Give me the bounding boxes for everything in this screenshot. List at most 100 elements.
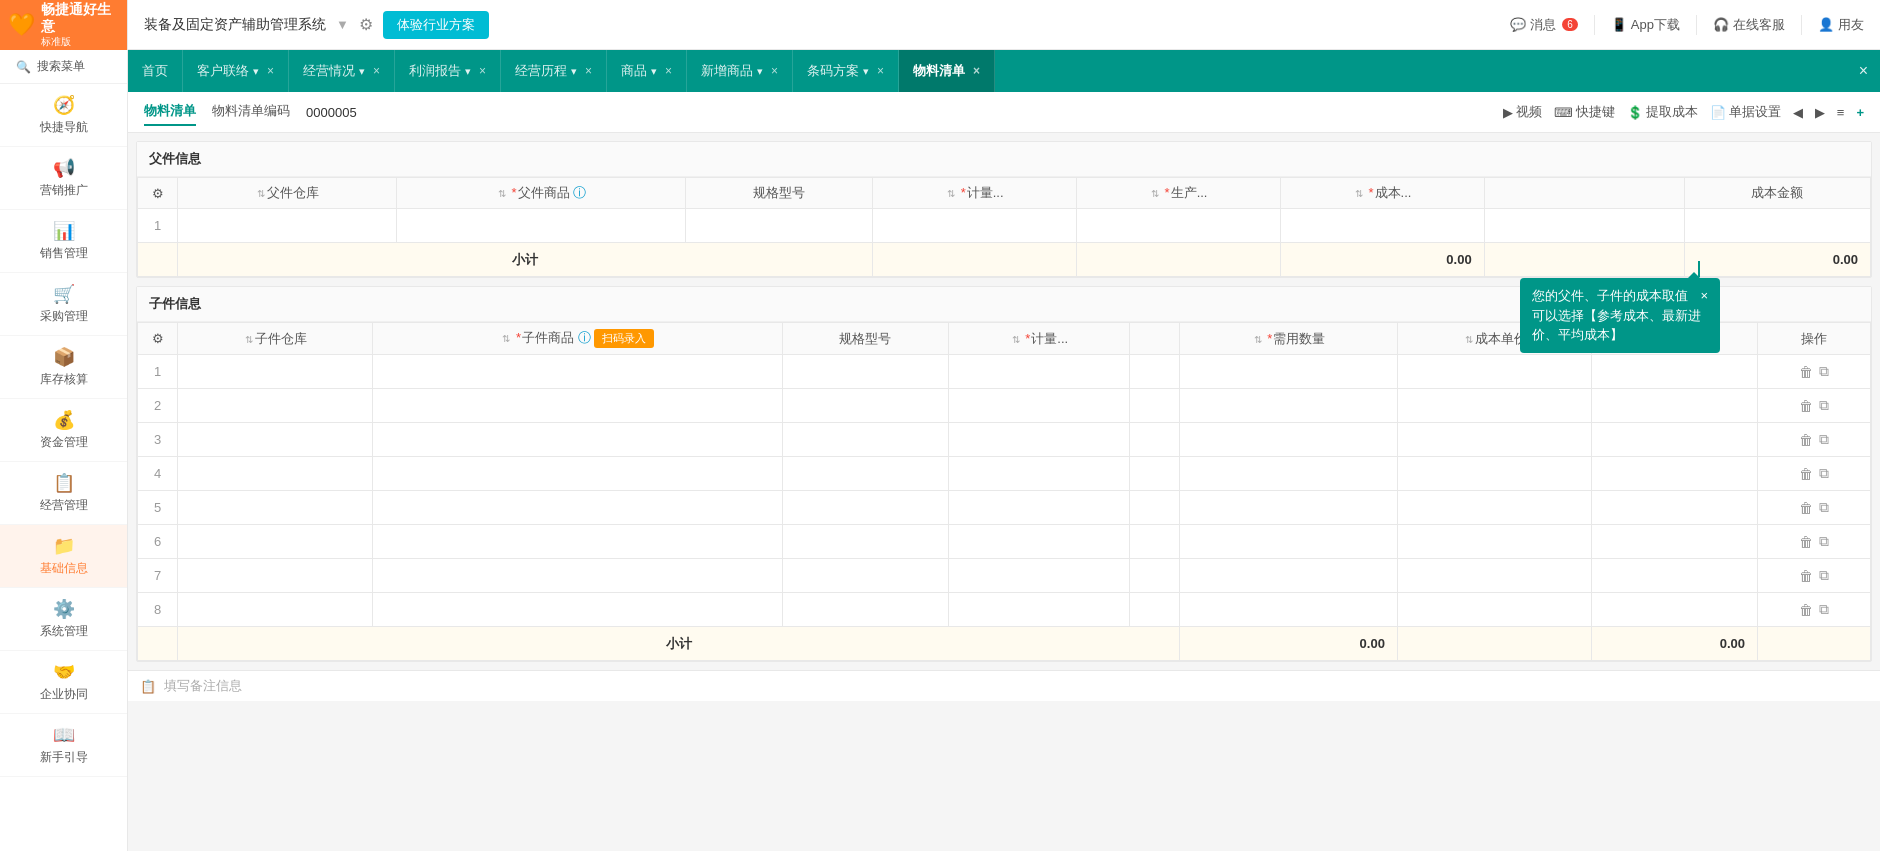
child-spec-4[interactable] (783, 457, 949, 491)
tab-profit[interactable]: 利润报告 ▾ × (395, 50, 501, 92)
tab-home[interactable]: 首页 (128, 50, 183, 92)
tab-customers[interactable]: 客户联络 ▾ × (183, 50, 289, 92)
child-needed-4[interactable] (1180, 457, 1398, 491)
nav-close-icon[interactable]: × (1847, 62, 1880, 80)
single-settings-action[interactable]: 📄 单据设置 (1710, 103, 1781, 121)
tab-bom[interactable]: 物料清单 × (899, 50, 995, 92)
parent-production-cell[interactable] (1076, 209, 1280, 243)
child-product-6[interactable] (372, 525, 783, 559)
sidebar-item-operations[interactable]: 📋 经营管理 (0, 462, 127, 525)
dropdown-arrow-icon[interactable]: ▼ (336, 17, 349, 32)
tab-close-icon[interactable]: × (771, 64, 778, 78)
tab-operations[interactable]: 经营情况 ▾ × (289, 50, 395, 92)
tab-barcode[interactable]: 条码方案 ▾ × (793, 50, 899, 92)
sidebar-item-basic[interactable]: 📁 基础信息 (0, 525, 127, 588)
parent-warehouse-cell[interactable] (178, 209, 397, 243)
copy-icon[interactable]: ⧉ (1819, 363, 1829, 380)
sidebar-item-marketing[interactable]: 📢 营销推广 (0, 147, 127, 210)
child-qty-5[interactable] (948, 491, 1129, 525)
child-spec-8[interactable] (783, 593, 949, 627)
extract-cost-action[interactable]: 💲 提取成本 (1627, 103, 1698, 121)
delete-icon[interactable]: 🗑 (1799, 602, 1813, 618)
child-product-7[interactable] (372, 559, 783, 593)
notes-label[interactable]: 填写备注信息 (164, 677, 242, 695)
child-spec-3[interactable] (783, 423, 949, 457)
child-needed-1[interactable] (1180, 355, 1398, 389)
child-warehouse-8[interactable] (178, 593, 373, 627)
parent-quantity-cell[interactable] (872, 209, 1076, 243)
sidebar-item-sales[interactable]: 📊 销售管理 (0, 210, 127, 273)
child-qty-4[interactable] (948, 457, 1129, 491)
child-needed-8[interactable] (1180, 593, 1398, 627)
child-needed-3[interactable] (1180, 423, 1398, 457)
child-cost-unit-3[interactable] (1397, 423, 1592, 457)
user-action[interactable]: 👤 用友 (1818, 16, 1864, 34)
child-cost-unit-2[interactable] (1397, 389, 1592, 423)
child-cost-unit-7[interactable] (1397, 559, 1592, 593)
child-warehouse-2[interactable] (178, 389, 373, 423)
parent-product-cell[interactable] (396, 209, 686, 243)
sidebar-item-inventory[interactable]: 📦 库存核算 (0, 336, 127, 399)
message-action[interactable]: 💬 消息 6 (1510, 16, 1578, 34)
child-warehouse-7[interactable] (178, 559, 373, 593)
tab-close-icon[interactable]: × (585, 64, 592, 78)
scan-input-button[interactable]: 扫码录入 (594, 329, 654, 348)
copy-icon[interactable]: ⧉ (1819, 431, 1829, 448)
sidebar-item-system[interactable]: ⚙️ 系统管理 (0, 588, 127, 651)
parent-spec-cell[interactable] (686, 209, 872, 243)
child-cost-unit-8[interactable] (1397, 593, 1592, 627)
online-service-action[interactable]: 🎧 在线客服 (1713, 16, 1785, 34)
child-product-4[interactable] (372, 457, 783, 491)
delete-icon[interactable]: 🗑 (1799, 364, 1813, 380)
delete-icon[interactable]: 🗑 (1799, 398, 1813, 414)
child-needed-2[interactable] (1180, 389, 1398, 423)
tab-close-icon[interactable]: × (267, 64, 274, 78)
child-qty-6[interactable] (948, 525, 1129, 559)
tab-new-goods[interactable]: 新增商品 ▾ × (687, 50, 793, 92)
settings-icon[interactable]: ⚙ (359, 15, 373, 34)
nav-menu-button[interactable]: ≡ (1837, 105, 1845, 120)
child-spec-2[interactable] (783, 389, 949, 423)
sidebar-item-purchase[interactable]: 🛒 采购管理 (0, 273, 127, 336)
nav-next-button[interactable]: ▶ (1815, 105, 1825, 120)
child-spec-5[interactable] (783, 491, 949, 525)
child-qty-3[interactable] (948, 423, 1129, 457)
tab-close-icon[interactable]: × (973, 64, 980, 78)
child-qty-8[interactable] (948, 593, 1129, 627)
child-warehouse-4[interactable] (178, 457, 373, 491)
trial-button[interactable]: 体验行业方案 (383, 11, 489, 39)
parent-cost-cell[interactable] (1280, 209, 1484, 243)
sidebar-item-guide[interactable]: 📖 新手引导 (0, 714, 127, 777)
shortcut-action[interactable]: ⌨ 快捷键 (1554, 103, 1615, 121)
child-spec-7[interactable] (783, 559, 949, 593)
child-cost-unit-4[interactable] (1397, 457, 1592, 491)
sidebar-item-enterprise[interactable]: 🤝 企业协同 (0, 651, 127, 714)
child-product-1[interactable] (372, 355, 783, 389)
child-warehouse-1[interactable] (178, 355, 373, 389)
child-warehouse-3[interactable] (178, 423, 373, 457)
child-needed-5[interactable] (1180, 491, 1398, 525)
child-needed-6[interactable] (1180, 525, 1398, 559)
tab-goods[interactable]: 商品 ▾ × (607, 50, 687, 92)
tab-close-icon[interactable]: × (479, 64, 486, 78)
child-spec-1[interactable] (783, 355, 949, 389)
nav-add-button[interactable]: + (1856, 105, 1864, 120)
tab-close-icon[interactable]: × (665, 64, 672, 78)
copy-icon[interactable]: ⧉ (1819, 499, 1829, 516)
search-menu[interactable]: 🔍 搜索菜单 (0, 50, 127, 84)
sidebar-item-finance[interactable]: 💰 资金管理 (0, 399, 127, 462)
delete-icon[interactable]: 🗑 (1799, 534, 1813, 550)
copy-icon[interactable]: ⧉ (1819, 397, 1829, 414)
nav-prev-button[interactable]: ◀ (1793, 105, 1803, 120)
tab-close-icon[interactable]: × (877, 64, 884, 78)
tab-close-icon[interactable]: × (373, 64, 380, 78)
child-cost-unit-1[interactable] (1397, 355, 1592, 389)
child-product-2[interactable] (372, 389, 783, 423)
copy-icon[interactable]: ⧉ (1819, 601, 1829, 618)
child-cost-unit-6[interactable] (1397, 525, 1592, 559)
delete-icon[interactable]: 🗑 (1799, 466, 1813, 482)
video-action[interactable]: ▶ 视频 (1503, 103, 1542, 121)
child-cost-unit-5[interactable] (1397, 491, 1592, 525)
child-warehouse-6[interactable] (178, 525, 373, 559)
copy-icon[interactable]: ⧉ (1819, 567, 1829, 584)
